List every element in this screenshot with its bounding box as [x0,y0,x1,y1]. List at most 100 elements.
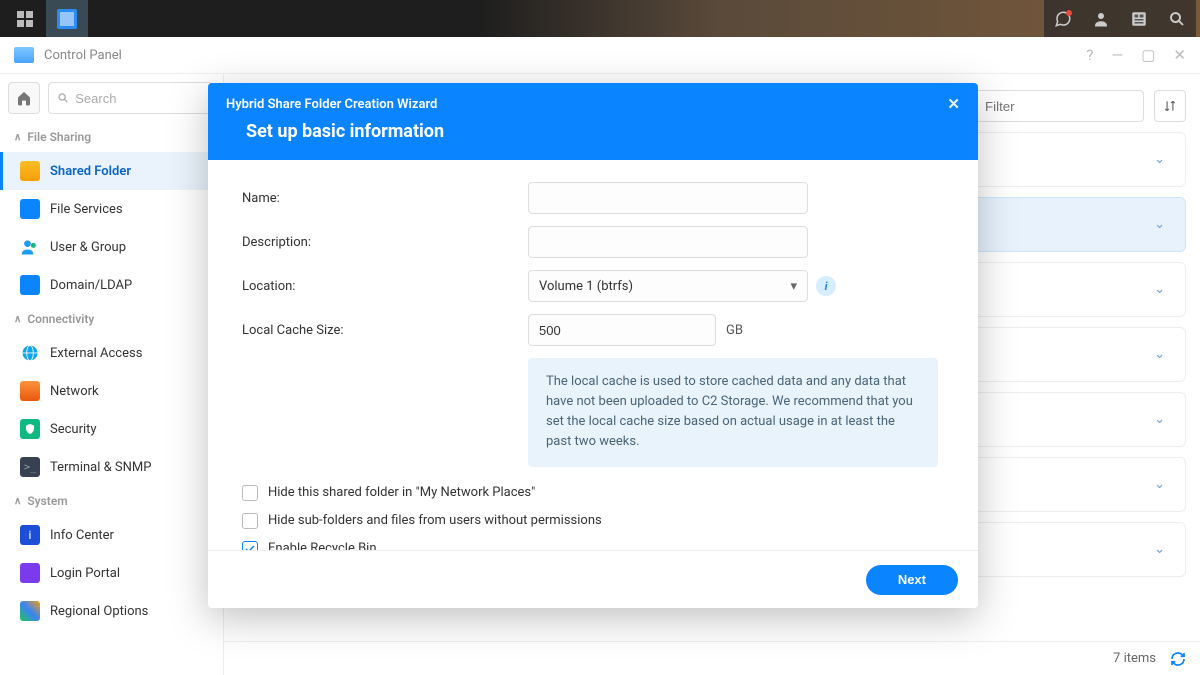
chat-icon [1054,10,1072,28]
maximize-button[interactable]: ▢ [1141,46,1155,64]
checkbox-label: Hide sub-folders and files from users wi… [268,513,602,528]
home-button[interactable] [8,82,40,114]
sidebar-search[interactable] [48,82,213,114]
sidebar-item-external-access[interactable]: External Access [0,334,223,372]
sidebar-item-label: Shared Folder [50,164,131,179]
close-button[interactable]: ✕ [947,95,960,113]
sidebar: ∧ File Sharing Shared Folder File Servic… [0,74,224,675]
chevron-down-icon: ⌄ [1154,477,1165,492]
control-panel-icon [14,47,34,63]
wizard-name: Hybrid Share Folder Creation Wizard [226,97,437,112]
sidebar-item-info-center[interactable]: i Info Center [0,516,223,554]
modal-title: Set up basic information [226,121,960,148]
terminal-icon: >_ [20,457,40,477]
chat-button[interactable] [1044,0,1082,37]
sidebar-item-network[interactable]: Network [0,372,223,410]
location-value: Volume 1 (btrfs) [539,279,633,294]
chevron-up-icon: ∧ [14,314,21,325]
home-icon [16,90,32,106]
checkbox-icon [242,541,258,550]
sidebar-item-label: Network [50,384,99,399]
search-input[interactable] [75,91,204,106]
sort-button[interactable] [1154,90,1186,122]
sidebar-item-terminal-snmp[interactable]: >_ Terminal & SNMP [0,448,223,486]
widgets-icon [1130,10,1148,28]
domain-ldap-icon [20,275,40,295]
sidebar-item-shared-folder[interactable]: Shared Folder [0,152,223,190]
sidebar-item-file-services[interactable]: File Services [0,190,223,228]
checkbox-icon [242,513,258,529]
search-button[interactable] [1158,0,1196,37]
sidebar-item-label: File Services [50,202,123,217]
os-taskbar [0,0,1200,37]
sidebar-item-label: Security [50,422,97,437]
name-input[interactable] [528,182,808,214]
form-row-cache: Local Cache Size: GB [242,314,944,346]
running-app-button[interactable] [46,0,88,37]
sidebar-item-login-portal[interactable]: Login Portal [0,554,223,592]
sidebar-item-label: Domain/LDAP [50,278,132,293]
refresh-button[interactable] [1170,651,1186,667]
item-count: 7 items [1113,651,1156,666]
section-label: System [27,494,67,508]
checkbox-icon [242,485,258,501]
user-group-icon [20,237,40,257]
checkbox-hide-subfolders[interactable]: Hide sub-folders and files from users wi… [242,513,944,529]
sidebar-item-user-group[interactable]: User & Group [0,228,223,266]
label-location: Location: [242,279,528,294]
window-titlebar: Control Panel ? — ▢ ✕ [0,37,1200,74]
file-services-icon [20,199,40,219]
sidebar-item-label: External Access [50,346,142,361]
filter-input[interactable] [974,90,1144,122]
network-icon [20,381,40,401]
widgets-button[interactable] [1120,0,1158,37]
sidebar-item-security[interactable]: Security [0,410,223,448]
section-file-sharing[interactable]: ∧ File Sharing [0,122,223,152]
form-row-location: Location: Volume 1 (btrfs) ▾ i [242,270,944,302]
cache-info-box: The local cache is used to store cached … [528,358,938,467]
section-connectivity[interactable]: ∧ Connectivity [0,304,223,334]
app-icon [57,9,77,29]
chevron-down-icon: ⌄ [1154,282,1165,297]
sidebar-item-label: Info Center [50,528,114,543]
chevron-down-icon: ⌄ [1154,412,1165,427]
chevron-down-icon: ▾ [790,279,797,294]
label-name: Name: [242,191,528,206]
chevron-down-icon: ⌄ [1154,217,1165,232]
wizard-modal: Hybrid Share Folder Creation Wizard ✕ Se… [208,83,978,608]
sidebar-item-domain-ldap[interactable]: Domain/LDAP [0,266,223,304]
footer-bar: 7 items [224,641,1200,675]
label-gb: GB [726,323,743,338]
chevron-down-icon: ⌄ [1154,542,1165,557]
label-cache: Local Cache Size: [242,323,528,338]
minimize-button[interactable]: — [1112,46,1124,64]
location-select[interactable]: Volume 1 (btrfs) ▾ [528,270,808,302]
user-icon [1092,10,1110,28]
checkbox-label: Hide this shared folder in "My Network P… [268,485,535,500]
description-input[interactable] [528,226,808,258]
checkbox-recycle-bin[interactable]: Enable Recycle Bin [242,541,944,550]
next-button[interactable]: Next [866,565,958,595]
sidebar-item-label: Login Portal [50,566,120,581]
chevron-up-icon: ∧ [14,132,21,143]
shield-icon [20,419,40,439]
grid-icon [17,11,33,27]
close-window-button[interactable]: ✕ [1173,46,1186,64]
chevron-down-icon: ⌄ [1154,152,1165,167]
app-grid-button[interactable] [4,0,46,37]
checkbox-hide-network[interactable]: Hide this shared folder in "My Network P… [242,485,944,501]
help-button[interactable]: ? [1086,46,1093,64]
regional-icon [20,601,40,621]
cache-input[interactable] [528,314,716,346]
section-label: File Sharing [27,130,91,144]
label-description: Description: [242,235,528,250]
user-button[interactable] [1082,0,1120,37]
sort-icon [1163,99,1177,113]
globe-icon [20,343,40,363]
search-icon [1168,10,1186,28]
checkbox-label: Enable Recycle Bin [268,541,377,550]
section-system[interactable]: ∧ System [0,486,223,516]
info-badge[interactable]: i [816,276,836,296]
sidebar-item-regional-options[interactable]: Regional Options [0,592,223,630]
chevron-down-icon: ⌄ [1154,347,1165,362]
